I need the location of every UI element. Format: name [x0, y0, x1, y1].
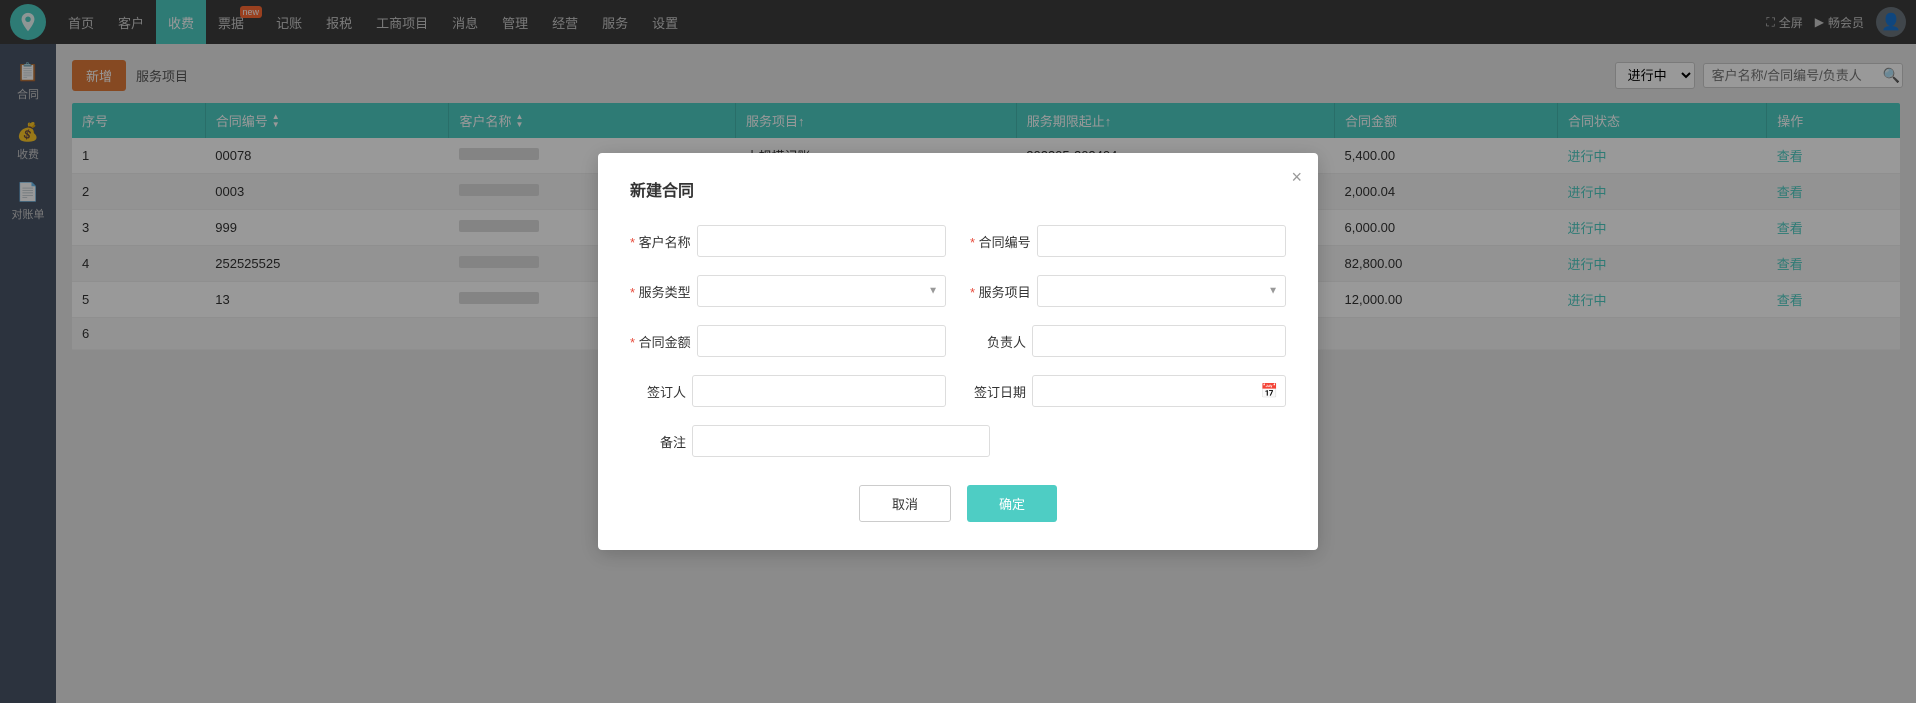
- service-item-label: 服务项目: [970, 282, 1031, 301]
- form-group-amount: 合同金额 0.00: [630, 325, 946, 357]
- service-item-select-wrapper: ▼: [1037, 275, 1286, 307]
- service-type-select-wrapper: ▼: [697, 275, 946, 307]
- amount-input[interactable]: 0.00: [697, 325, 946, 357]
- form-row-3: 合同金额 0.00 负责人: [630, 325, 1286, 357]
- form-group-customer-name: 客户名称: [630, 225, 946, 257]
- modal-close-button[interactable]: ×: [1291, 167, 1302, 188]
- confirm-button[interactable]: 确定: [967, 485, 1057, 522]
- modal-overlay[interactable]: 新建合同 × 客户名称 合同编号 服务类型 ▼: [0, 0, 1916, 703]
- contract-no-input[interactable]: [1037, 225, 1286, 257]
- sign-date-label: 签订日期: [970, 382, 1026, 401]
- form-row-4: 签订人 签订日期 2023-06-06 📅: [630, 375, 1286, 407]
- cancel-button[interactable]: 取消: [859, 485, 951, 522]
- signatory-input[interactable]: [692, 375, 946, 407]
- new-contract-modal: 新建合同 × 客户名称 合同编号 服务类型 ▼: [598, 153, 1318, 550]
- sign-date-input[interactable]: 2023-06-06: [1032, 375, 1286, 407]
- form-group-remark: 备注: [630, 425, 1286, 457]
- form-group-service-item: 服务项目 ▼: [970, 275, 1286, 307]
- modal-footer: 取消 确定: [630, 485, 1286, 522]
- form-group-signatory: 签订人: [630, 375, 946, 407]
- responsible-label: 负责人: [970, 332, 1026, 351]
- modal-title: 新建合同: [630, 177, 1286, 201]
- form-group-responsible: 负责人: [970, 325, 1286, 357]
- service-item-select[interactable]: [1037, 275, 1286, 307]
- form-row-2: 服务类型 ▼ 服务项目 ▼: [630, 275, 1286, 307]
- responsible-input[interactable]: [1032, 325, 1286, 357]
- form-group-contract-no: 合同编号: [970, 225, 1286, 257]
- customer-name-label: 客户名称: [630, 232, 691, 251]
- form-row-1: 客户名称 合同编号: [630, 225, 1286, 257]
- service-type-select[interactable]: [697, 275, 946, 307]
- service-type-label: 服务类型: [630, 282, 691, 301]
- form-group-service-type: 服务类型 ▼: [630, 275, 946, 307]
- contract-no-label: 合同编号: [970, 232, 1031, 251]
- amount-label: 合同金额: [630, 332, 691, 351]
- remark-label: 备注: [630, 432, 686, 451]
- signatory-label: 签订人: [630, 382, 686, 401]
- form-group-sign-date: 签订日期 2023-06-06 📅: [970, 375, 1286, 407]
- customer-name-input[interactable]: [697, 225, 946, 257]
- sign-date-wrapper: 2023-06-06 📅: [1032, 375, 1286, 407]
- form-row-5: 备注: [630, 425, 1286, 457]
- remark-input[interactable]: [692, 425, 990, 457]
